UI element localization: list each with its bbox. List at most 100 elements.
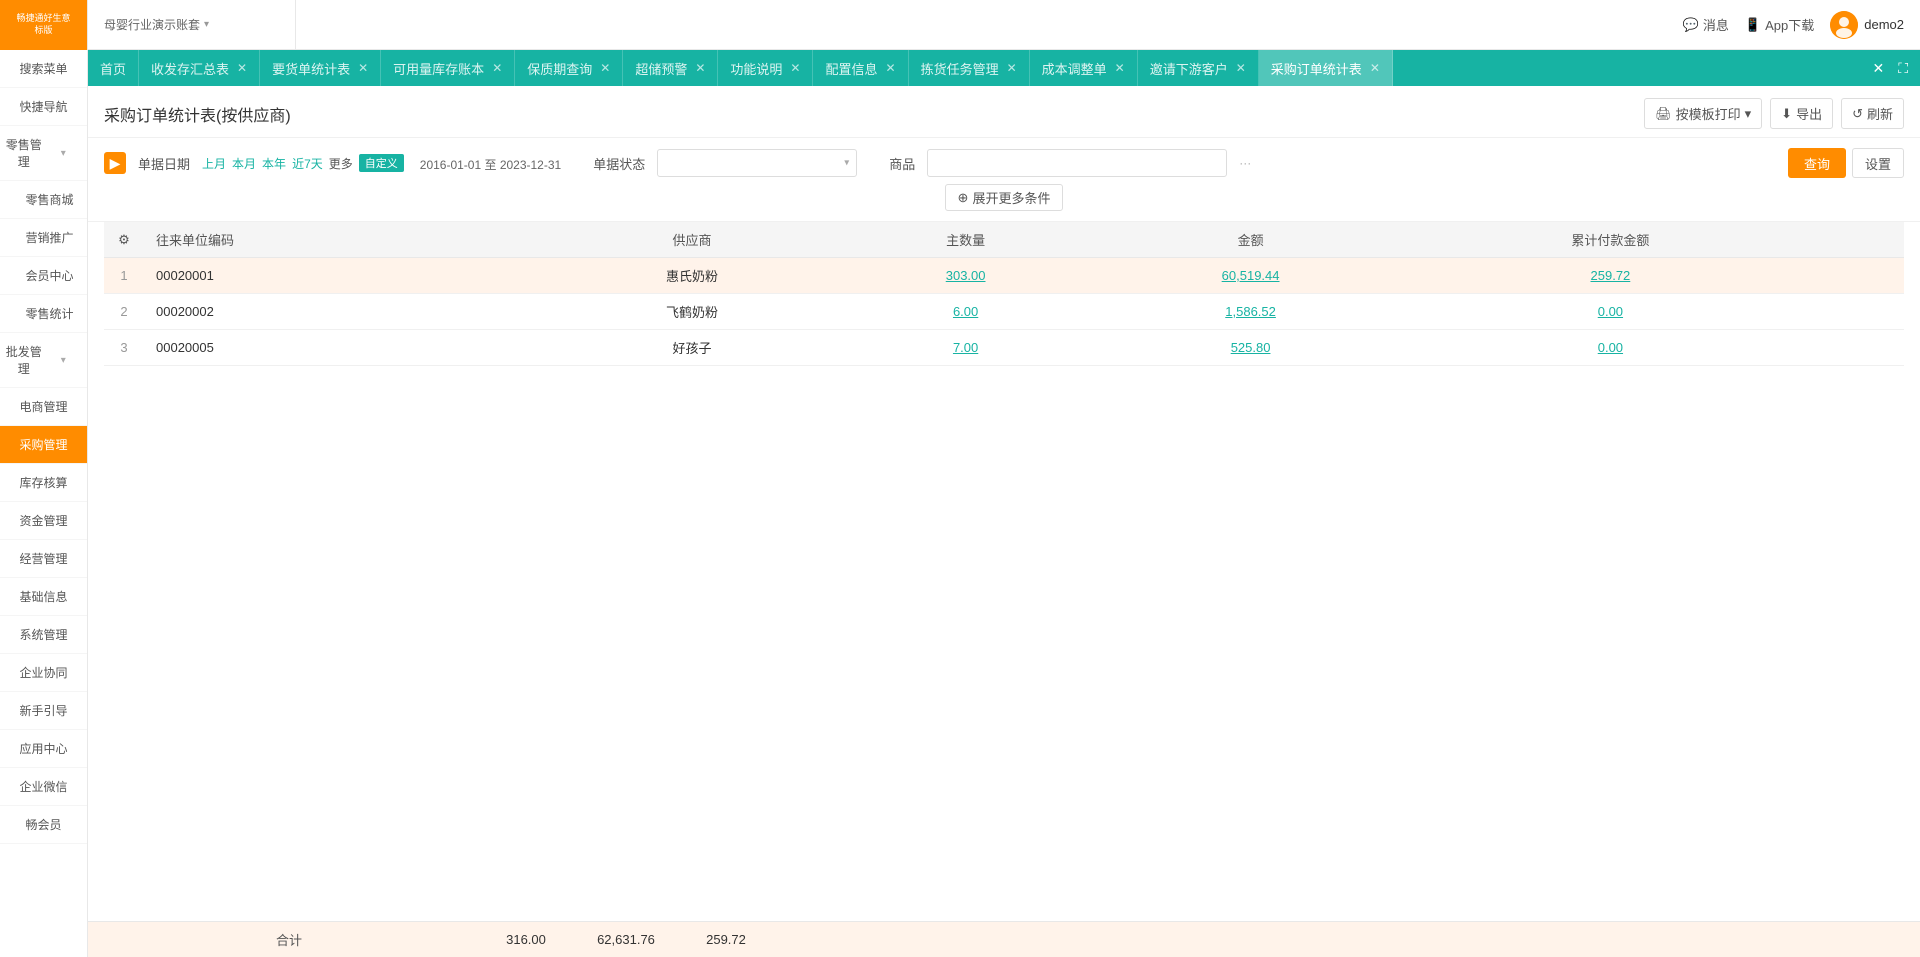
row-quantity[interactable]: 7.00 [841, 330, 1091, 366]
row-quantity[interactable]: 6.00 [841, 294, 1091, 330]
sidebar-item-13[interactable]: 基础信息 [0, 578, 87, 616]
print-arrow-icon: ▾ [1745, 106, 1752, 122]
filter-area: ▶ 单据日期 上月 本月 本年 近7天 更多 自定义 2016-01-01 至 … [88, 138, 1920, 222]
sidebar-item-5[interactable]: 会员中心 [0, 257, 87, 295]
export-icon: ⬇ [1781, 106, 1792, 122]
date-range-display: 2016-01-01 至 2023-12-31 [420, 156, 561, 173]
row-num: 3 [104, 330, 144, 366]
row-code: 00020005 [144, 330, 543, 366]
maximize-button[interactable]: ⛶ [1892, 56, 1914, 81]
app-download-label: App下载 [1765, 15, 1814, 34]
last-month-btn[interactable]: 上月 [202, 155, 226, 172]
last-7days-btn[interactable]: 近7天 [292, 155, 323, 172]
sidebar-item-7[interactable]: 批发管理▾ [0, 333, 87, 388]
query-button[interactable]: 查询 [1788, 148, 1846, 178]
sidebar-item-19[interactable]: 畅会员 [0, 806, 87, 844]
row-paid[interactable]: 0.00 [1411, 294, 1810, 330]
row-num: 1 [104, 258, 144, 294]
goods-more-icon[interactable]: ··· [1239, 156, 1251, 170]
tab-navigation: 首页收发存汇总表✕要货单统计表✕可用量库存账本✕保质期查询✕超储预警✕功能说明✕… [88, 50, 1920, 86]
settings-button[interactable]: 设置 [1852, 148, 1904, 178]
sidebar-item-17[interactable]: 应用中心 [0, 730, 87, 768]
tab-item-3[interactable]: 可用量库存账本✕ [381, 50, 515, 86]
tab-item-11[interactable]: 采购订单统计表✕ [1259, 50, 1393, 86]
sidebar-item-14[interactable]: 系统管理 [0, 616, 87, 654]
sidebar-item-8[interactable]: 电商管理 [0, 388, 87, 426]
sidebar-item-16[interactable]: 新手引导 [0, 692, 87, 730]
tab-item-6[interactable]: 功能说明✕ [718, 50, 813, 86]
filter-expand-row: ⊕ 展开更多条件 [104, 184, 1904, 211]
col-amount: 金额 [1090, 222, 1410, 258]
col-extra [1810, 222, 1904, 258]
page-inner: 采购订单统计表(按供应商) 🖨 按模板打印 ▾ ⬇ 导出 ↺ 刷新 [88, 86, 1920, 957]
row-amount[interactable]: 60,519.44 [1090, 258, 1410, 294]
sidebar-item-11[interactable]: 资金管理 [0, 502, 87, 540]
row-amount[interactable]: 1,586.52 [1090, 294, 1410, 330]
user-menu[interactable]: demo2 [1830, 11, 1904, 39]
sidebar-item-2[interactable]: 零售管理▾ [0, 126, 87, 181]
page-header: 采购订单统计表(按供应商) 🖨 按模板打印 ▾ ⬇ 导出 ↺ 刷新 [88, 86, 1920, 138]
tab-item-4[interactable]: 保质期查询✕ [515, 50, 623, 86]
sidebar-item-10[interactable]: 库存核算 [0, 464, 87, 502]
app-download-button[interactable]: 📱 App下载 [1745, 15, 1814, 34]
more-date-btn[interactable]: 更多 [329, 155, 353, 172]
col-settings[interactable]: ⚙ [104, 222, 144, 258]
this-year-btn[interactable]: 本年 [262, 155, 286, 172]
message-icon: 💬 [1683, 17, 1699, 33]
print-button[interactable]: 🖨 按模板打印 ▾ [1644, 98, 1762, 129]
tab-item-0[interactable]: 首页 [88, 50, 139, 86]
tab-item-9[interactable]: 成本调整单✕ [1030, 50, 1138, 86]
date-filter-label: 单据日期 [138, 154, 190, 173]
expand-more-button[interactable]: ⊕ 展开更多条件 [945, 184, 1064, 211]
close-tab-button[interactable]: ✕ [1866, 56, 1890, 81]
message-button[interactable]: 💬 消息 [1683, 15, 1729, 34]
main-container: 母婴行业演示账套 ▾ 💬 消息 📱 App下载 demo2 首页收发存汇总表✕要… [88, 0, 1920, 957]
filter-toggle-button[interactable]: ▶ [104, 152, 126, 174]
sidebar-item-4[interactable]: 营销推广 [0, 219, 87, 257]
table-row: 1 00020001 惠氏奶粉 303.00 60,519.44 259.72 [104, 258, 1904, 294]
sidebar-item-0[interactable]: 搜索菜单 [0, 50, 87, 88]
sidebar-item-12[interactable]: 经营管理 [0, 540, 87, 578]
sidebar: 畅捷通好生意 标版 搜索菜单快捷导航零售管理▾零售商城营销推广会员中心零售统计批… [0, 0, 88, 957]
sidebar-item-9[interactable]: 采购管理 [0, 426, 87, 464]
row-code: 00020002 [144, 294, 543, 330]
table-area: ⚙ 往来单位编码 供应商 主数量 金额 累计付款金额 1 00020001 惠氏… [88, 222, 1920, 921]
table-header: ⚙ 往来单位编码 供应商 主数量 金额 累计付款金额 [104, 222, 1904, 258]
sidebar-item-3[interactable]: 零售商城 [0, 181, 87, 219]
date-shortcuts: 上月 本月 本年 近7天 更多 自定义 [202, 154, 404, 172]
row-quantity[interactable]: 303.00 [841, 258, 1091, 294]
row-paid[interactable]: 0.00 [1411, 330, 1810, 366]
col-quantity: 主数量 [841, 222, 1091, 258]
status-select[interactable] [657, 149, 857, 177]
sidebar-item-1[interactable]: 快捷导航 [0, 88, 87, 126]
topbar-right: 💬 消息 📱 App下载 demo2 [1683, 11, 1920, 39]
topbar: 母婴行业演示账套 ▾ 💬 消息 📱 App下载 demo2 [88, 0, 1920, 50]
row-supplier: 好孩子 [543, 330, 841, 366]
breadcrumb-arrow: ▾ [204, 19, 209, 30]
breadcrumb[interactable]: 母婴行业演示账套 ▾ [96, 0, 296, 49]
tab-item-1[interactable]: 收发存汇总表✕ [139, 50, 260, 86]
footer-paid: 259.72 [676, 932, 776, 947]
sidebar-item-15[interactable]: 企业协同 [0, 654, 87, 692]
table-row: 2 00020002 飞鹤奶粉 6.00 1,586.52 0.00 [104, 294, 1904, 330]
row-extra [1810, 258, 1904, 294]
row-paid[interactable]: 259.72 [1411, 258, 1810, 294]
tab-item-8[interactable]: 拣货任务管理✕ [909, 50, 1030, 86]
tab-item-7[interactable]: 配置信息✕ [813, 50, 908, 86]
app-icon: 📱 [1745, 17, 1761, 33]
sidebar-item-18[interactable]: 企业微信 [0, 768, 87, 806]
goods-filter-input[interactable] [927, 149, 1227, 177]
row-amount[interactable]: 525.80 [1090, 330, 1410, 366]
logo-text: 畅捷通好生意 标版 [16, 13, 70, 36]
this-month-btn[interactable]: 本月 [232, 155, 256, 172]
tab-item-10[interactable]: 邀请下游客户✕ [1138, 50, 1259, 86]
row-supplier: 惠氏奶粉 [543, 258, 841, 294]
page-header-actions: 🖨 按模板打印 ▾ ⬇ 导出 ↺ 刷新 [1644, 98, 1904, 129]
refresh-button[interactable]: ↺ 刷新 [1841, 98, 1904, 129]
goods-filter-label: 商品 [889, 154, 915, 173]
export-button[interactable]: ⬇ 导出 [1770, 98, 1833, 129]
settings-icon: ⚙ [118, 232, 130, 247]
tab-item-5[interactable]: 超储预警✕ [623, 50, 718, 86]
tab-item-2[interactable]: 要货单统计表✕ [260, 50, 381, 86]
sidebar-item-6[interactable]: 零售统计 [0, 295, 87, 333]
